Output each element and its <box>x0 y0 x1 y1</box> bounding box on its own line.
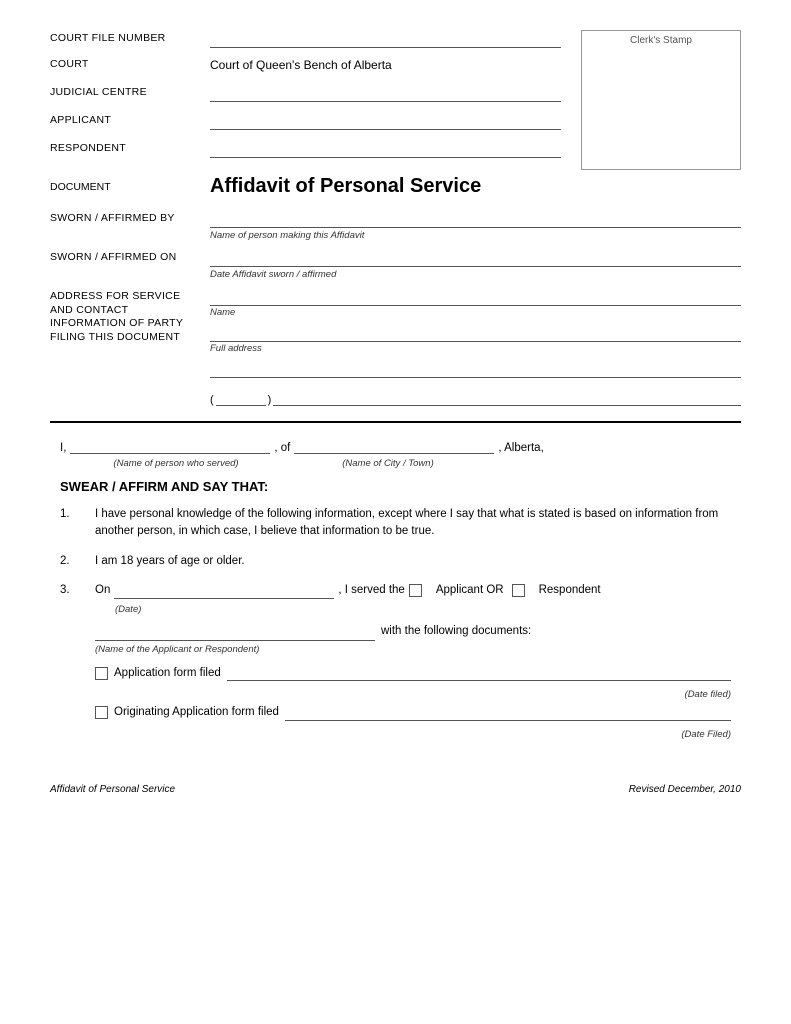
address-full-line: Full address <box>210 324 741 354</box>
swear-title: SWEAR / AFFIRM AND SAY THAT: <box>60 479 731 494</box>
item-1: 1. I have personal knowledge of the foll… <box>60 506 731 541</box>
applicant-checkbox[interactable] <box>409 584 422 597</box>
applicant-value[interactable] <box>210 112 561 130</box>
checkbox2-container: Originating Application form filed (Date… <box>95 704 731 742</box>
i-text: I, <box>60 442 66 454</box>
form-fields-area: COURT FILE NUMBER COURT Court of Queen's… <box>50 30 561 168</box>
address-full-hint: Full address <box>210 343 741 354</box>
phone-area-code[interactable] <box>216 390 266 406</box>
court-row: COURT Court of Queen's Bench of Alberta <box>50 58 561 74</box>
court-label: COURT <box>50 58 210 74</box>
sworn-affirmed-by-hint: Name of person making this Affidavit <box>210 230 741 241</box>
item-3-content: On , I served the Applicant OR Responden… <box>95 582 731 744</box>
phone-row: ( ) <box>210 390 741 406</box>
court-file-number-row: COURT FILE NUMBER <box>50 30 561 48</box>
document-title: Affidavit of Personal Service <box>210 175 481 198</box>
clerks-stamp-box: Clerk's Stamp <box>581 30 741 170</box>
checkbox2-date-hint: (Date Filed) <box>95 728 731 742</box>
of-text: , of <box>274 442 290 454</box>
judicial-centre-label: JUDICIAL CENTRE <box>50 86 210 102</box>
sworn-affirmed-on-row: SWORN / AFFIRMED ON <box>50 249 741 267</box>
originating-form-label: Originating Application form filed <box>114 704 279 721</box>
judicial-centre-row: JUDICIAL CENTRE <box>50 84 561 102</box>
i-line: I, , of , Alberta, <box>60 438 731 454</box>
footer-right: Revised December, 2010 <box>629 784 741 795</box>
checkbox2-row: Originating Application form filed <box>95 704 731 721</box>
applicant-row: APPLICANT <box>50 112 561 130</box>
header-section: COURT FILE NUMBER COURT Court of Queen's… <box>50 30 741 170</box>
application-form-date-blank[interactable] <box>227 665 731 681</box>
respondent-value[interactable] <box>210 140 561 158</box>
city-blank[interactable] <box>294 438 494 454</box>
applicant-label: Applicant OR <box>436 582 504 599</box>
served-name-hint: (Name of the Applicant or Respondent) <box>95 643 731 657</box>
sworn-affirmed-by-value[interactable] <box>210 210 741 228</box>
respondent-row: RESPONDENT <box>50 140 561 158</box>
i-hints-row: (Name of person who served) (Name of Cit… <box>60 458 731 469</box>
address-section: ADDRESS FOR SERVICEAND CONTACTINFORMATIO… <box>50 288 741 406</box>
address-name-line: Name <box>210 288 741 318</box>
originating-form-checkbox[interactable] <box>95 706 108 719</box>
address-label: ADDRESS FOR SERVICEAND CONTACTINFORMATIO… <box>50 288 210 347</box>
date-hint: (Date) <box>115 603 731 617</box>
applicant-label: APPLICANT <box>50 114 210 130</box>
served-name-line: with the following documents: <box>95 623 731 640</box>
application-form-checkbox[interactable] <box>95 667 108 680</box>
respondent-label: RESPONDENT <box>50 142 210 158</box>
close-paren: ) <box>268 394 272 406</box>
sworn-affirmed-on-label: SWORN / AFFIRMED ON <box>50 251 210 267</box>
served-text: , I served the <box>338 582 404 599</box>
respondent-checkbox[interactable] <box>512 584 525 597</box>
sworn-affirmed-on-value[interactable] <box>210 249 741 267</box>
court-value: Court of Queen's Bench of Alberta <box>210 58 561 74</box>
name-blank[interactable] <box>70 438 270 454</box>
name-hint: (Name of person who served) <box>76 458 276 469</box>
footer: Affidavit of Personal Service Revised De… <box>50 774 741 795</box>
originating-form-date-blank[interactable] <box>285 705 731 721</box>
phone-number[interactable] <box>273 390 741 406</box>
section-divider <box>50 421 741 423</box>
item-1-number: 1. <box>60 506 95 541</box>
sworn-affirmed-by-section: SWORN / AFFIRMED BY Name of person makin… <box>50 210 741 241</box>
court-file-number-label: COURT FILE NUMBER <box>50 32 210 48</box>
item-2-content: I am 18 years of age or older. <box>95 553 731 570</box>
item-1-content: I have personal knowledge of the followi… <box>95 506 731 541</box>
sworn-affirmed-by-label: SWORN / AFFIRMED BY <box>50 212 210 228</box>
item-3: 3. On , I served the Applicant OR Respon… <box>60 582 731 744</box>
clerks-stamp-label: Clerk's Stamp <box>582 31 740 50</box>
item-2: 2. I am 18 years of age or older. <box>60 553 731 570</box>
date-blank[interactable] <box>114 583 334 599</box>
court-file-number-value[interactable] <box>210 30 561 48</box>
address-full-value[interactable] <box>210 324 741 342</box>
served-name-blank[interactable] <box>95 625 375 641</box>
applicant-or-respondent: Applicant OR Respondent <box>409 582 601 599</box>
checkbox1-container: Application form filed (Date filed) <box>95 665 731 703</box>
application-form-label: Application form filed <box>114 665 221 682</box>
sworn-affirmed-on-section: SWORN / AFFIRMED ON Date Affidavit sworn… <box>50 249 741 280</box>
checkbox1-row: Application form filed <box>95 665 731 682</box>
footer-left: Affidavit of Personal Service <box>50 784 175 795</box>
on-line: On , I served the Applicant OR Responden… <box>95 582 731 599</box>
judicial-centre-value[interactable] <box>210 84 561 102</box>
open-paren: ( <box>210 394 214 406</box>
item-3-number: 3. <box>60 582 95 744</box>
address-name-value[interactable] <box>210 288 741 306</box>
address-name-hint: Name <box>210 307 741 318</box>
checkbox1-date-hint: (Date filed) <box>95 688 731 702</box>
respondent-label: Respondent <box>539 582 601 599</box>
sworn-affirmed-by-row: SWORN / AFFIRMED BY <box>50 210 741 228</box>
with-text: with the following documents: <box>381 623 531 640</box>
city-hint: (Name of City / Town) <box>288 458 488 469</box>
sworn-affirmed-on-hint: Date Affidavit sworn / affirmed <box>210 269 741 280</box>
alberta-text: , Alberta, <box>498 442 543 454</box>
on-text: On <box>95 582 110 599</box>
body-section: I, , of , Alberta, (Name of person who s… <box>50 438 741 744</box>
item-2-number: 2. <box>60 553 95 570</box>
address-fields: Name Full address ( ) <box>210 288 741 406</box>
document-label: DOCUMENT <box>50 181 210 193</box>
document-title-row: DOCUMENT Affidavit of Personal Service <box>50 175 741 198</box>
address-extra-value[interactable] <box>210 360 741 378</box>
address-extra-line <box>210 360 741 378</box>
